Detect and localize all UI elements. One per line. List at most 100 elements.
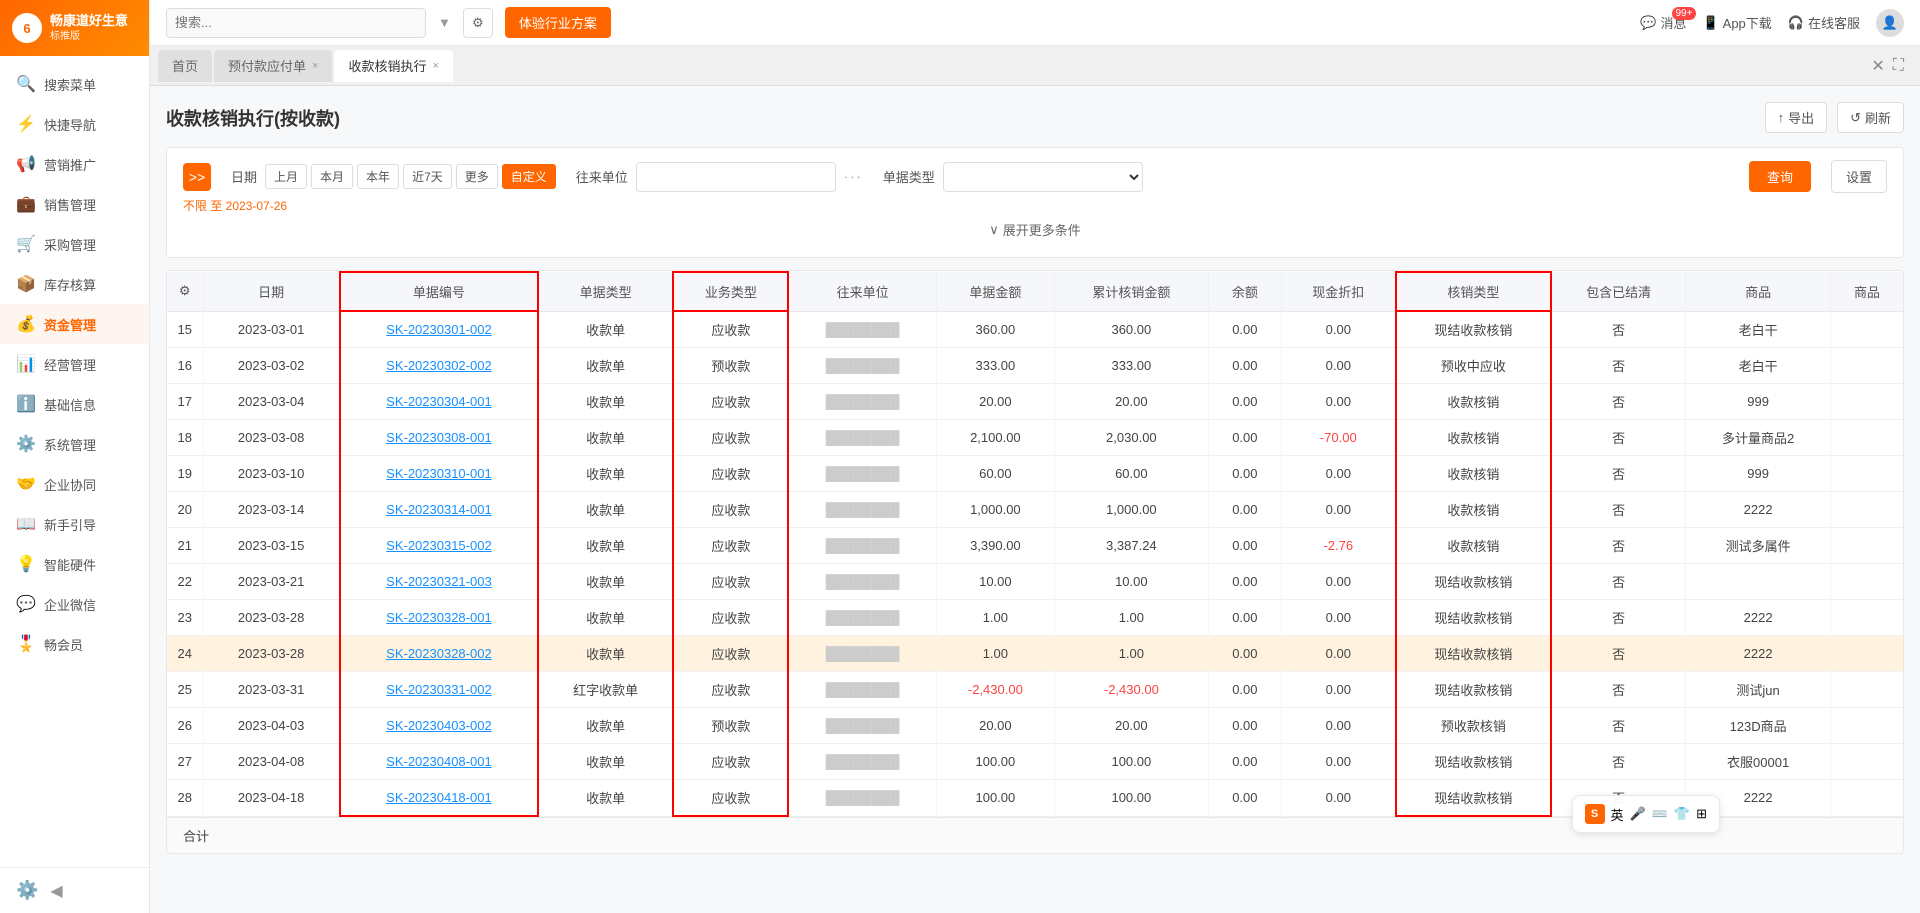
table-row[interactable]: 22 2023-03-21 SK-20230321-003 收款单 应收款 ██… — [167, 564, 1903, 600]
sidebar-item-基础信息[interactable]: ℹ️基础信息 — [0, 384, 149, 424]
date-btn-more[interactable]: 更多 — [456, 164, 498, 189]
cell-date: 2023-04-08 — [203, 744, 340, 780]
cell-goods2 — [1831, 744, 1903, 780]
voucher-link[interactable]: SK-20230328-002 — [386, 646, 492, 661]
floating-grid-icon[interactable]: ⊞ — [1696, 806, 1707, 822]
table-row[interactable]: 18 2023-03-08 SK-20230308-001 收款单 应收款 ██… — [167, 420, 1903, 456]
sidebar-item-企业协同[interactable]: 🤝企业协同 — [0, 464, 149, 504]
voucher-link[interactable]: SK-20230321-003 — [386, 574, 492, 589]
sidebar-logo: 6 畅康道好生意 标推版 — [0, 0, 149, 56]
date-btn-last-month[interactable]: 上月 — [265, 164, 307, 189]
date-btn-custom[interactable]: 自定义 — [502, 164, 556, 189]
sidebar-item-新手引导[interactable]: 📖新手引导 — [0, 504, 149, 544]
date-btn-7days[interactable]: 近7天 — [403, 164, 452, 189]
sidebar-icon-6: 💰 — [16, 314, 36, 334]
tab-prepayment[interactable]: 预付款应付单 × — [214, 50, 332, 82]
cell-balance: 0.00 — [1208, 636, 1281, 672]
expand-more-button[interactable]: ∨ 展开更多条件 — [183, 214, 1887, 245]
topbar-user-avatar[interactable]: 👤 — [1876, 9, 1904, 37]
cell-no: 26 — [167, 708, 203, 744]
topbar-message-button[interactable]: 💬 消息 99+ — [1640, 13, 1686, 32]
filter-partner-input[interactable] — [636, 162, 836, 192]
tab-home[interactable]: 首页 — [158, 50, 212, 82]
sidebar-item-采购管理[interactable]: 🛒采购管理 — [0, 224, 149, 264]
sidebar-item-销售管理[interactable]: 💼销售管理 — [0, 184, 149, 224]
voucher-link[interactable]: SK-20230314-001 — [386, 502, 492, 517]
table-row[interactable]: 16 2023-03-02 SK-20230302-002 收款单 预收款 ██… — [167, 348, 1903, 384]
filter-voucher-type-select[interactable] — [943, 162, 1143, 192]
table-row[interactable]: 23 2023-03-28 SK-20230328-001 收款单 应收款 ██… — [167, 600, 1903, 636]
table-header-row: ⚙ 日期 单据编号 单据类型 业务类型 往来单位 单据金额 累计核销金额 余额 … — [167, 272, 1903, 311]
export-button[interactable]: ↑ 导出 — [1765, 102, 1828, 133]
voucher-link[interactable]: SK-20230302-002 — [386, 358, 492, 373]
sidebar-item-经营管理[interactable]: 📊经营管理 — [0, 344, 149, 384]
table-row[interactable]: 25 2023-03-31 SK-20230331-002 红字收款单 应收款 … — [167, 672, 1903, 708]
filter-settings-button[interactable]: 设置 — [1831, 160, 1887, 193]
tab-maximize-button[interactable]: ⛶ — [1893, 56, 1904, 76]
sidebar-item-快捷导航[interactable]: ⚡快捷导航 — [0, 104, 149, 144]
date-btn-this-year[interactable]: 本年 — [357, 164, 399, 189]
floating-mic-icon[interactable]: 🎤 — [1630, 806, 1646, 822]
tab-collection-verify[interactable]: 收款核销执行 × — [334, 50, 452, 82]
floating-brand-widget[interactable]: S 英 🎤 ⌨️ 👕 ⊞ — [1572, 795, 1720, 833]
collapse-icon[interactable]: ◀ — [50, 881, 62, 901]
table-row[interactable]: 26 2023-04-03 SK-20230403-002 收款单 预收款 ██… — [167, 708, 1903, 744]
topbar-app-download-button[interactable]: 📱 App下载 — [1702, 13, 1771, 32]
voucher-link[interactable]: SK-20230308-001 — [386, 430, 492, 445]
cell-verify-type: 收款核销 — [1396, 384, 1551, 420]
refresh-button[interactable]: ↺ 刷新 — [1837, 102, 1904, 133]
topbar-gear-button[interactable]: ⚙ — [463, 8, 493, 38]
voucher-link[interactable]: SK-20230310-001 — [386, 466, 492, 481]
date-btn-this-month[interactable]: 本月 — [311, 164, 353, 189]
tab-prepayment-close[interactable]: × — [312, 60, 318, 72]
sidebar-label-5: 库存核算 — [44, 275, 96, 294]
cell-discount: 0.00 — [1281, 636, 1395, 672]
cell-discount: 0.00 — [1281, 744, 1395, 780]
col-settings[interactable]: ⚙ — [167, 272, 203, 311]
voucher-link[interactable]: SK-20230408-001 — [386, 754, 492, 769]
topbar-chevron-icon[interactable]: ▼ — [438, 15, 451, 30]
topbar-search-input[interactable] — [166, 8, 426, 38]
table-row[interactable]: 19 2023-03-10 SK-20230310-001 收款单 应收款 ██… — [167, 456, 1903, 492]
sidebar-item-营销推广[interactable]: 📢营销推广 — [0, 144, 149, 184]
voucher-link[interactable]: SK-20230403-002 — [386, 718, 492, 733]
filter-toggle-button[interactable]: >> — [183, 163, 211, 191]
tab-close-button[interactable]: ✕ — [1871, 56, 1884, 76]
voucher-link[interactable]: SK-20230304-001 — [386, 394, 492, 409]
topbar-online-service-button[interactable]: 🎧 在线客服 — [1788, 13, 1860, 32]
col-goods: 商品 — [1686, 272, 1831, 311]
table-row[interactable]: 21 2023-03-15 SK-20230315-002 收款单 应收款 ██… — [167, 528, 1903, 564]
cell-biz-type: 应收款 — [673, 744, 788, 780]
sidebar-item-企业微信[interactable]: 💬企业微信 — [0, 584, 149, 624]
floating-keyboard-icon[interactable]: ⌨️ — [1652, 806, 1668, 822]
query-button[interactable]: 查询 — [1749, 161, 1811, 192]
topbar-solution-button[interactable]: 体验行业方案 — [505, 7, 611, 38]
voucher-link[interactable]: SK-20230301-002 — [386, 322, 492, 337]
sidebar-item-资金管理[interactable]: 💰资金管理 — [0, 304, 149, 344]
table-row[interactable]: 20 2023-03-14 SK-20230314-001 收款单 应收款 ██… — [167, 492, 1903, 528]
voucher-link[interactable]: SK-20230418-001 — [386, 790, 492, 805]
cell-goods2 — [1831, 564, 1903, 600]
filter-partner-dots[interactable]: ··· — [844, 169, 863, 184]
table-row[interactable]: 15 2023-03-01 SK-20230301-002 收款单 应收款 ██… — [167, 311, 1903, 348]
sidebar-item-系统管理[interactable]: ⚙️系统管理 — [0, 424, 149, 464]
voucher-link[interactable]: SK-20230331-002 — [386, 682, 492, 697]
table-row[interactable]: 27 2023-04-08 SK-20230408-001 收款单 应收款 ██… — [167, 744, 1903, 780]
sidebar-item-智能硬件[interactable]: 💡智能硬件 — [0, 544, 149, 584]
table-row[interactable]: 17 2023-03-04 SK-20230304-001 收款单 应收款 ██… — [167, 384, 1903, 420]
sidebar-icon-2: 📢 — [16, 154, 36, 174]
table-row[interactable]: 24 2023-03-28 SK-20230328-002 收款单 应收款 ██… — [167, 636, 1903, 672]
floating-shirt-icon[interactable]: 👕 — [1674, 806, 1690, 822]
tab-collection-verify-close[interactable]: × — [432, 60, 438, 72]
cell-partner: ████████ — [788, 708, 936, 744]
sidebar-item-搜索菜单[interactable]: 🔍搜索菜单 — [0, 64, 149, 104]
table-scroll[interactable]: ⚙ 日期 单据编号 单据类型 业务类型 往来单位 单据金额 累计核销金额 余额 … — [167, 271, 1903, 817]
sidebar-item-畅会员[interactable]: 🎖️畅会员 — [0, 624, 149, 664]
sidebar-item-库存核算[interactable]: 📦库存核算 — [0, 264, 149, 304]
sidebar-label-1: 快捷导航 — [44, 115, 96, 134]
cell-no: 15 — [167, 311, 203, 348]
settings-icon[interactable]: ⚙️ — [16, 880, 38, 901]
cell-biz-type: 应收款 — [673, 636, 788, 672]
voucher-link[interactable]: SK-20230315-002 — [386, 538, 492, 553]
voucher-link[interactable]: SK-20230328-001 — [386, 610, 492, 625]
